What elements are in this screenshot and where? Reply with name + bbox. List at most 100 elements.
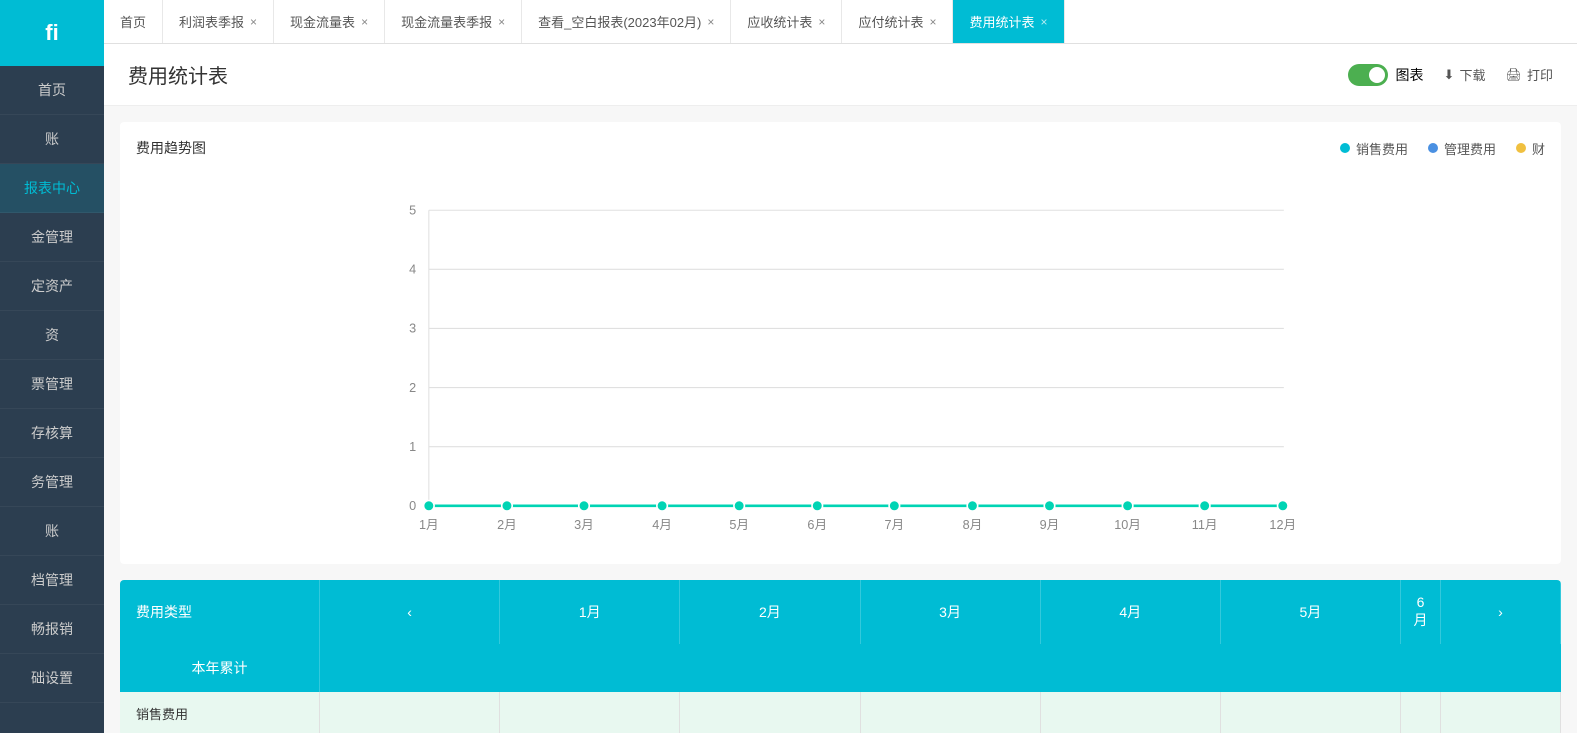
tab-close-receivable[interactable]: × (818, 15, 825, 29)
sidebar-item-reports[interactable]: 报表中心 (0, 164, 104, 213)
chart-section: 费用趋势图 销售费用 管理费用 财 (120, 122, 1561, 564)
col-prev-arrow[interactable]: ‹ (320, 580, 500, 644)
col-next-arrow[interactable]: › (1441, 580, 1561, 644)
svg-text:7月: 7月 (884, 518, 904, 532)
tab-close-profit-quarter[interactable]: × (250, 15, 257, 29)
svg-text:10月: 10月 (1114, 518, 1141, 532)
sidebar-item-settings[interactable]: 础设置 (0, 654, 104, 703)
svg-text:9月: 9月 (1040, 518, 1060, 532)
col-month-3: 3月 (861, 580, 1041, 644)
tab-close-cashflow-quarter[interactable]: × (498, 15, 505, 29)
svg-text:2月: 2月 (497, 518, 517, 532)
print-button[interactable]: 🖨 打印 (1505, 65, 1553, 84)
tab-close-cashflow[interactable]: × (361, 15, 368, 29)
row-sales-m1 (500, 692, 680, 733)
legend-sales: 销售费用 (1340, 139, 1408, 158)
svg-text:4月: 4月 (652, 518, 672, 532)
svg-text:3月: 3月 (574, 518, 594, 532)
chart-toggle-wrapper: 图表 (1348, 64, 1424, 86)
chart-header: 费用趋势图 销售费用 管理费用 财 (136, 138, 1545, 158)
col-month-2: 2月 (680, 580, 860, 644)
svg-text:12月: 12月 (1269, 518, 1296, 532)
sidebar-item-voucher[interactable]: 票管理 (0, 360, 104, 409)
legend-label-sales: 销售费用 (1356, 139, 1408, 158)
row-sales-m3 (861, 692, 1041, 733)
svg-text:11月: 11月 (1192, 518, 1218, 532)
row-sales-m5 (1221, 692, 1401, 733)
tab-close-expense[interactable]: × (1040, 15, 1047, 29)
row-sales-empty (320, 692, 500, 733)
tab-home[interactable]: 首页 (104, 0, 163, 43)
col-type: 费用类型 (120, 580, 320, 644)
tab-payable[interactable]: 应付统计表 × (842, 0, 953, 43)
sidebar-item-account[interactable]: 账 (0, 115, 104, 164)
sidebar-item-finance[interactable]: 金管理 (0, 213, 104, 262)
tab-cashflow-quarter[interactable]: 现金流量表季报 × (385, 0, 522, 43)
svg-text:3: 3 (409, 322, 416, 336)
tab-blank-report[interactable]: 查看_空白报表(2023年02月) × (522, 0, 731, 43)
legend-finance: 财 (1516, 139, 1545, 158)
download-button[interactable]: ⬇ 下载 (1444, 65, 1486, 84)
col-month-5: 5月 (1221, 580, 1401, 644)
sidebar-item-inventory[interactable]: 存核算 (0, 409, 104, 458)
svg-text:6月: 6月 (807, 518, 827, 532)
svg-text:5月: 5月 (729, 518, 749, 532)
legend-admin: 管理费用 (1428, 139, 1496, 158)
sidebar-logo: fi (0, 0, 104, 66)
page-body: 费用统计表 图表 ⬇ 下载 🖨 打印 费用趋势图 (104, 44, 1577, 733)
chart-container: 0 1 2 3 4 5 1月 2月 3月 4月 5月 6月 7月 8月 9 (136, 168, 1545, 548)
sidebar-item-ledger[interactable]: 账 (0, 507, 104, 556)
tab-receivable[interactable]: 应收统计表 × (731, 0, 842, 43)
legend-label-admin: 管理费用 (1444, 139, 1496, 158)
chart-toggle[interactable] (1348, 64, 1388, 86)
sidebar-item-service[interactable]: 务管理 (0, 458, 104, 507)
row-sales-type: 销售费用 (120, 692, 320, 733)
sidebar-item-capital[interactable]: 资 (0, 311, 104, 360)
col-cumulative: 本年累计 (120, 644, 320, 692)
svg-text:0: 0 (409, 499, 416, 513)
tab-bar: 首页 利润表季报 × 现金流量表 × 现金流量表季报 × 查看_空白报表(202… (104, 0, 1577, 44)
svg-text:8月: 8月 (963, 518, 983, 532)
row-sales-m4 (1041, 692, 1221, 733)
legend-dot-finance (1516, 143, 1526, 153)
legend-dot-admin (1428, 143, 1438, 153)
line-chart-svg: 0 1 2 3 4 5 1月 2月 3月 4月 5月 6月 7月 8月 9 (136, 168, 1545, 548)
svg-text:1: 1 (409, 440, 416, 454)
chart-legend: 销售费用 管理费用 财 (1340, 139, 1545, 158)
chart-toggle-label: 图表 (1396, 65, 1424, 85)
main-content: 首页 利润表季报 × 现金流量表 × 现金流量表季报 × 查看_空白报表(202… (104, 0, 1577, 733)
sidebar-item-home[interactable]: 首页 (0, 66, 104, 115)
table-header-row: 费用类型 ‹ 1月 2月 3月 4月 5月 6月 › 本年累计 (120, 580, 1561, 692)
svg-text:1月: 1月 (419, 518, 439, 532)
page-header: 费用统计表 图表 ⬇ 下载 🖨 打印 (104, 44, 1577, 106)
col-month-6: 6月 (1401, 580, 1441, 644)
col-month-4: 4月 (1041, 580, 1221, 644)
chart-title: 费用趋势图 (136, 138, 206, 158)
sidebar-item-archive[interactable]: 档管理 (0, 556, 104, 605)
sidebar-item-assets[interactable]: 定资产 (0, 262, 104, 311)
sidebar: fi 首页 账 报表中心 金管理 定资产 资 票管理 存核算 务管理 账 档管理… (0, 0, 104, 733)
tab-cashflow[interactable]: 现金流量表 × (274, 0, 385, 43)
row-sales-cumul (1441, 692, 1561, 733)
table-row-sales: 销售费用 (120, 692, 1561, 733)
row-sales-m6 (1401, 692, 1441, 733)
svg-text:2: 2 (409, 381, 416, 395)
tab-close-blank-report[interactable]: × (707, 15, 714, 29)
header-actions: 图表 ⬇ 下载 🖨 打印 (1348, 64, 1553, 86)
download-icon: ⬇ (1444, 67, 1455, 83)
sidebar-item-expense[interactable]: 畅报销 (0, 605, 104, 654)
prev-arrow-icon[interactable]: ‹ (407, 604, 412, 620)
legend-dot-sales (1340, 143, 1350, 153)
legend-label-finance: 财 (1532, 139, 1545, 158)
svg-text:4: 4 (409, 263, 416, 277)
page-title: 费用统计表 (128, 60, 228, 89)
tab-close-payable[interactable]: × (929, 15, 936, 29)
tab-expense[interactable]: 费用统计表 × (953, 0, 1064, 43)
tab-profit-quarter[interactable]: 利润表季报 × (163, 0, 274, 43)
svg-text:5: 5 (409, 203, 416, 217)
next-arrow-icon[interactable]: › (1498, 604, 1503, 620)
row-sales-m2 (680, 692, 860, 733)
print-icon: 🖨 (1505, 67, 1522, 83)
expense-table: 费用类型 ‹ 1月 2月 3月 4月 5月 6月 › 本年累计 销售费用 (120, 580, 1561, 733)
col-month-1: 1月 (500, 580, 680, 644)
